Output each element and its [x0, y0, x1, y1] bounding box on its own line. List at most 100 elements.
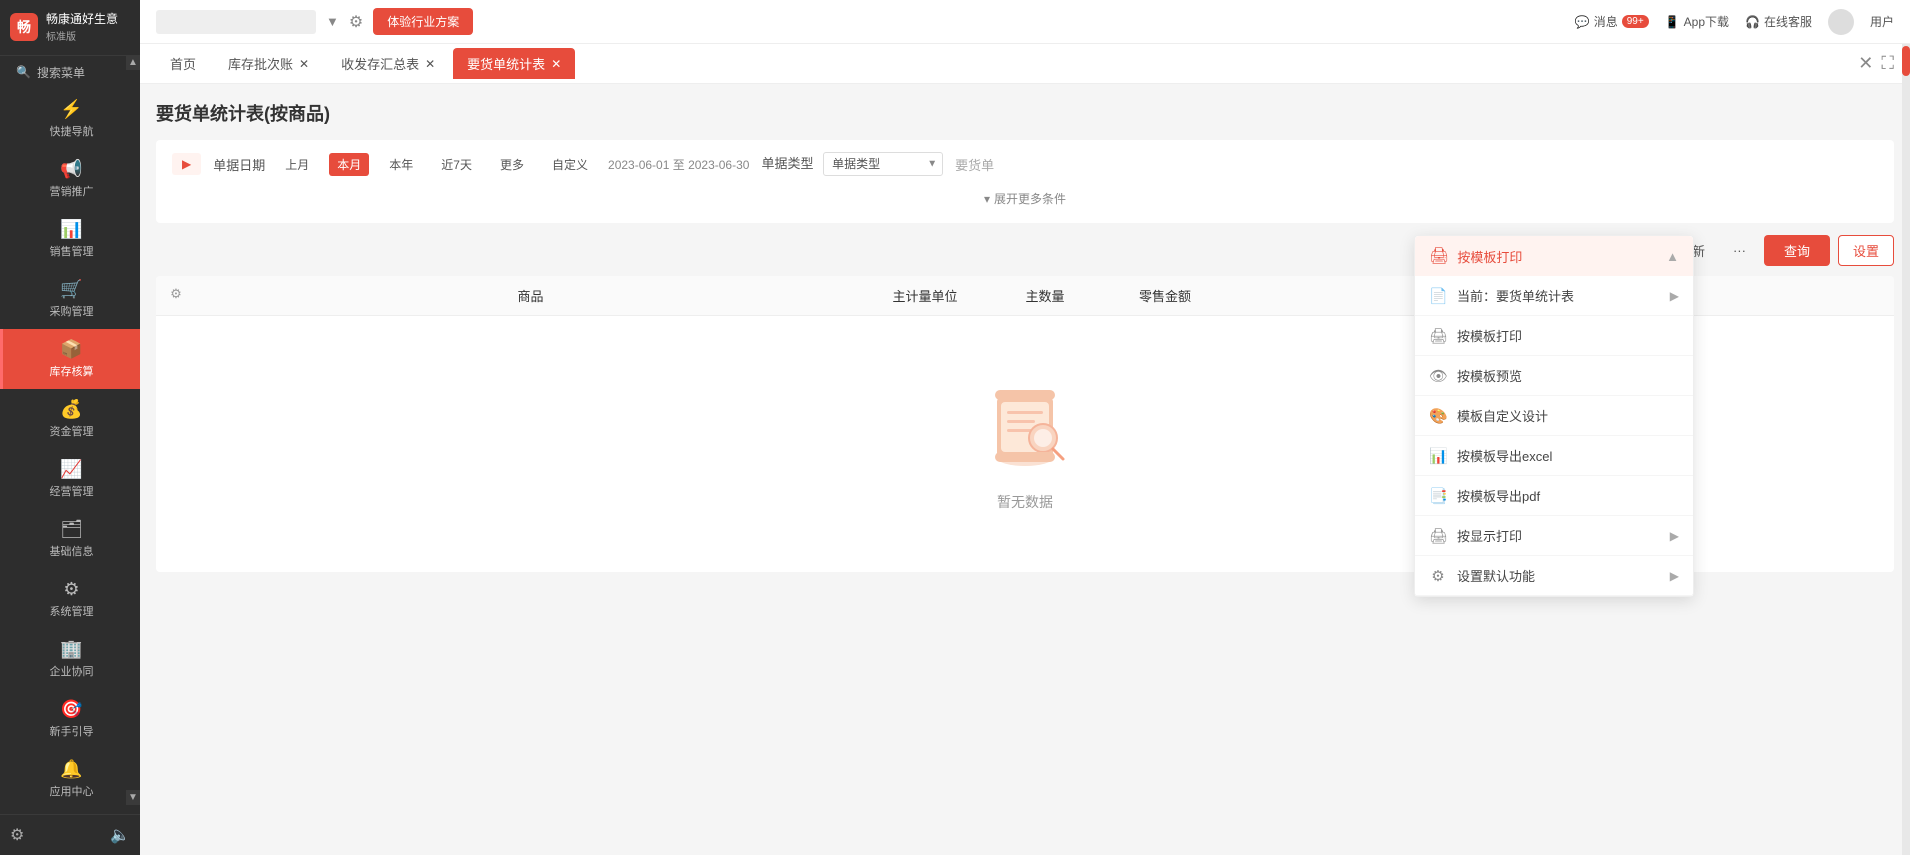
- current-template-icon: 📄: [1429, 287, 1447, 305]
- sidebar-item-inventory[interactable]: 📦 库存核算: [0, 329, 140, 389]
- dropdown-item-set-default[interactable]: ⚙ 设置默认功能 ▶: [1415, 556, 1693, 596]
- user-avatar[interactable]: [1828, 9, 1854, 35]
- tab-home-label: 首页: [170, 54, 196, 73]
- topbar-gear-icon[interactable]: ⚙: [349, 12, 363, 32]
- dropdown-item-template-custom[interactable]: 🎨 模板自定义设计: [1415, 396, 1693, 436]
- tab-inventory-batch-close[interactable]: ✕: [299, 57, 309, 71]
- page-title: 要货单统计表(按商品): [156, 100, 1894, 126]
- date-last-7[interactable]: 近7天: [433, 153, 480, 176]
- newbie-icon: 🎯: [60, 699, 82, 720]
- basic-label: 基础信息: [50, 543, 94, 559]
- dropdown-item-template-pdf[interactable]: 📑 按模板导出pdf: [1415, 476, 1693, 516]
- sidebar-item-basic[interactable]: 🗂 基础信息: [0, 509, 140, 569]
- inventory-icon: 📦: [60, 339, 82, 360]
- date-this-month[interactable]: 本月: [329, 153, 369, 176]
- empty-icon: [975, 376, 1075, 476]
- tab-inventory-batch-label: 库存批次账: [228, 54, 293, 73]
- dropdown-header[interactable]: 🖨 按模板打印 ▲: [1415, 236, 1693, 276]
- settings-bottom-icon[interactable]: ⚙: [10, 825, 24, 845]
- sidebar-bottom: ⚙ 🔈: [0, 814, 140, 855]
- template-custom-label: 模板自定义设计: [1457, 406, 1548, 425]
- date-last-month[interactable]: 上月: [277, 153, 317, 176]
- sidebar-item-system[interactable]: ⚙ 系统管理: [0, 569, 140, 629]
- dropdown-item-current[interactable]: 📄 当前：要货单统计表 ▶: [1415, 276, 1693, 316]
- dropdown-item-display-print[interactable]: 🖨 按显示打印 ▶: [1415, 516, 1693, 556]
- messages-item[interactable]: 💬 消息 99+: [1575, 13, 1649, 30]
- order-type-select-wrapper: 单据类型 单据类型: [761, 152, 943, 176]
- tab-order-summary[interactable]: 要货单统计表 ✕: [453, 48, 575, 79]
- set-default-icon: ⚙: [1429, 567, 1447, 585]
- topbar-dropdown-icon[interactable]: ▼: [326, 14, 339, 29]
- sidebar-item-operation[interactable]: 📈 经营管理: [0, 449, 140, 509]
- more-button[interactable]: ···: [1723, 238, 1756, 263]
- tab-receipt-summary[interactable]: 收发存汇总表 ✕: [327, 48, 449, 79]
- date-filter-label: 单据日期: [213, 155, 265, 174]
- message-icon: 💬: [1575, 15, 1590, 29]
- tabbar-actions: ✕ ⛶: [1858, 53, 1894, 74]
- expand-down-icon: ▾: [984, 192, 990, 206]
- dropdown-close-icon[interactable]: ▲: [1666, 249, 1679, 264]
- marketing-icon: 📢: [60, 159, 82, 180]
- sidebar-item-finance[interactable]: 💰 资金管理: [0, 389, 140, 449]
- app-logo-icon: 畅: [10, 13, 38, 41]
- template-excel-label: 按模板导出excel: [1457, 446, 1552, 465]
- audio-bottom-icon[interactable]: 🔈: [110, 825, 130, 845]
- current-template-arrow: ▶: [1670, 289, 1679, 303]
- sidebar-item-newbie[interactable]: 🎯 新手引导: [0, 689, 140, 749]
- dropdown-title: 按模板打印: [1457, 247, 1522, 266]
- sidebar-scroll-up[interactable]: ▲: [126, 55, 140, 70]
- enterprise-label: 企业协同: [50, 663, 94, 679]
- tab-inventory-batch[interactable]: 库存批次账 ✕: [214, 48, 323, 79]
- topbar-search-input[interactable]: [156, 10, 316, 34]
- sidebar: 畅 畅康通好生意 标准版 🔍 搜索菜单 ⚡ 快捷导航 📢 营销推广 📊 销售管理…: [0, 0, 140, 855]
- sidebar-item-marketing[interactable]: 📢 营销推广: [0, 149, 140, 209]
- sidebar-logo: 畅 畅康通好生意 标准版: [0, 0, 140, 56]
- date-this-year[interactable]: 本年: [381, 153, 421, 176]
- query-button[interactable]: 查询: [1764, 235, 1830, 266]
- operation-icon: 📈: [60, 459, 82, 480]
- online-service-label: 在线客服: [1764, 13, 1812, 30]
- filter-card: ▶ 单据日期 上月 本月 本年 近7天 更多 自定义 2023-06-01 至 …: [156, 140, 1894, 223]
- filter-expand-toggle[interactable]: ▶: [172, 153, 201, 175]
- sidebar-item-quick-nav[interactable]: ⚡ 快捷导航: [0, 89, 140, 149]
- tab-close-all-icon[interactable]: ✕: [1858, 53, 1873, 74]
- online-service-item[interactable]: 🎧 在线客服: [1745, 13, 1812, 30]
- empty-text: 暂无数据: [997, 492, 1053, 512]
- messages-badge: 99+: [1622, 15, 1649, 28]
- tabbar-tabs: 首页 库存批次账 ✕ 收发存汇总表 ✕ 要货单统计表 ✕: [156, 48, 575, 79]
- expand-more-button[interactable]: ▾ 展开更多条件: [974, 186, 1076, 211]
- topbar-right: 💬 消息 99+ 📱 App下载 🎧 在线客服 用户: [1575, 9, 1894, 35]
- sidebar-search[interactable]: 🔍 搜索菜单: [0, 56, 140, 89]
- tab-home[interactable]: 首页: [156, 48, 210, 79]
- sidebar-scroll-down[interactable]: ▼: [126, 790, 140, 805]
- system-label: 系统管理: [50, 603, 94, 619]
- dropdown-item-template-excel[interactable]: 📊 按模板导出excel: [1415, 436, 1693, 476]
- dropdown-item-template-preview[interactable]: 👁 按模板预览: [1415, 356, 1693, 396]
- app-download-item[interactable]: 📱 App下载: [1665, 13, 1729, 30]
- page-scrollbar[interactable]: [1902, 84, 1910, 855]
- tab-order-summary-close[interactable]: ✕: [551, 57, 561, 71]
- date-custom[interactable]: 自定义: [544, 153, 596, 176]
- finance-icon: 💰: [60, 399, 82, 420]
- filter-row: ▶ 单据日期 上月 本月 本年 近7天 更多 自定义 2023-06-01 至 …: [172, 152, 1878, 176]
- tab-expand-icon[interactable]: ⛶: [1881, 53, 1894, 74]
- table-settings-col[interactable]: ⚙: [156, 286, 196, 305]
- order-type-select[interactable]: 单据类型: [823, 152, 943, 176]
- search-icon: 🔍: [16, 65, 31, 79]
- purchase-label: 采购管理: [50, 303, 94, 319]
- main-area: ▼ ⚙ 体验行业方案 💬 消息 99+ 📱 App下载 🎧 在线客服 用户: [140, 0, 1910, 855]
- app-logo-sub: 标准版: [46, 28, 118, 43]
- basic-icon: 🗂: [60, 519, 83, 540]
- tabbar: 首页 库存批次账 ✕ 收发存汇总表 ✕ 要货单统计表 ✕ ✕ ⛶: [140, 44, 1910, 84]
- sidebar-item-sales[interactable]: 📊 销售管理: [0, 209, 140, 269]
- dropdown-item-template-print[interactable]: 🖨 按模板打印: [1415, 316, 1693, 356]
- sidebar-item-enterprise[interactable]: 🏢 企业协同: [0, 629, 140, 689]
- trial-button[interactable]: 体验行业方案: [373, 8, 473, 35]
- sidebar-item-purchase[interactable]: 🛒 采购管理: [0, 269, 140, 329]
- date-more[interactable]: 更多: [492, 153, 532, 176]
- settings-button[interactable]: 设置: [1838, 235, 1894, 266]
- tab-order-summary-label: 要货单统计表: [467, 54, 545, 73]
- tab-receipt-summary-close[interactable]: ✕: [425, 57, 435, 71]
- topbar-left: ▼ ⚙ 体验行业方案: [156, 8, 473, 35]
- sidebar-item-appstore[interactable]: 🔔 应用中心: [0, 749, 140, 809]
